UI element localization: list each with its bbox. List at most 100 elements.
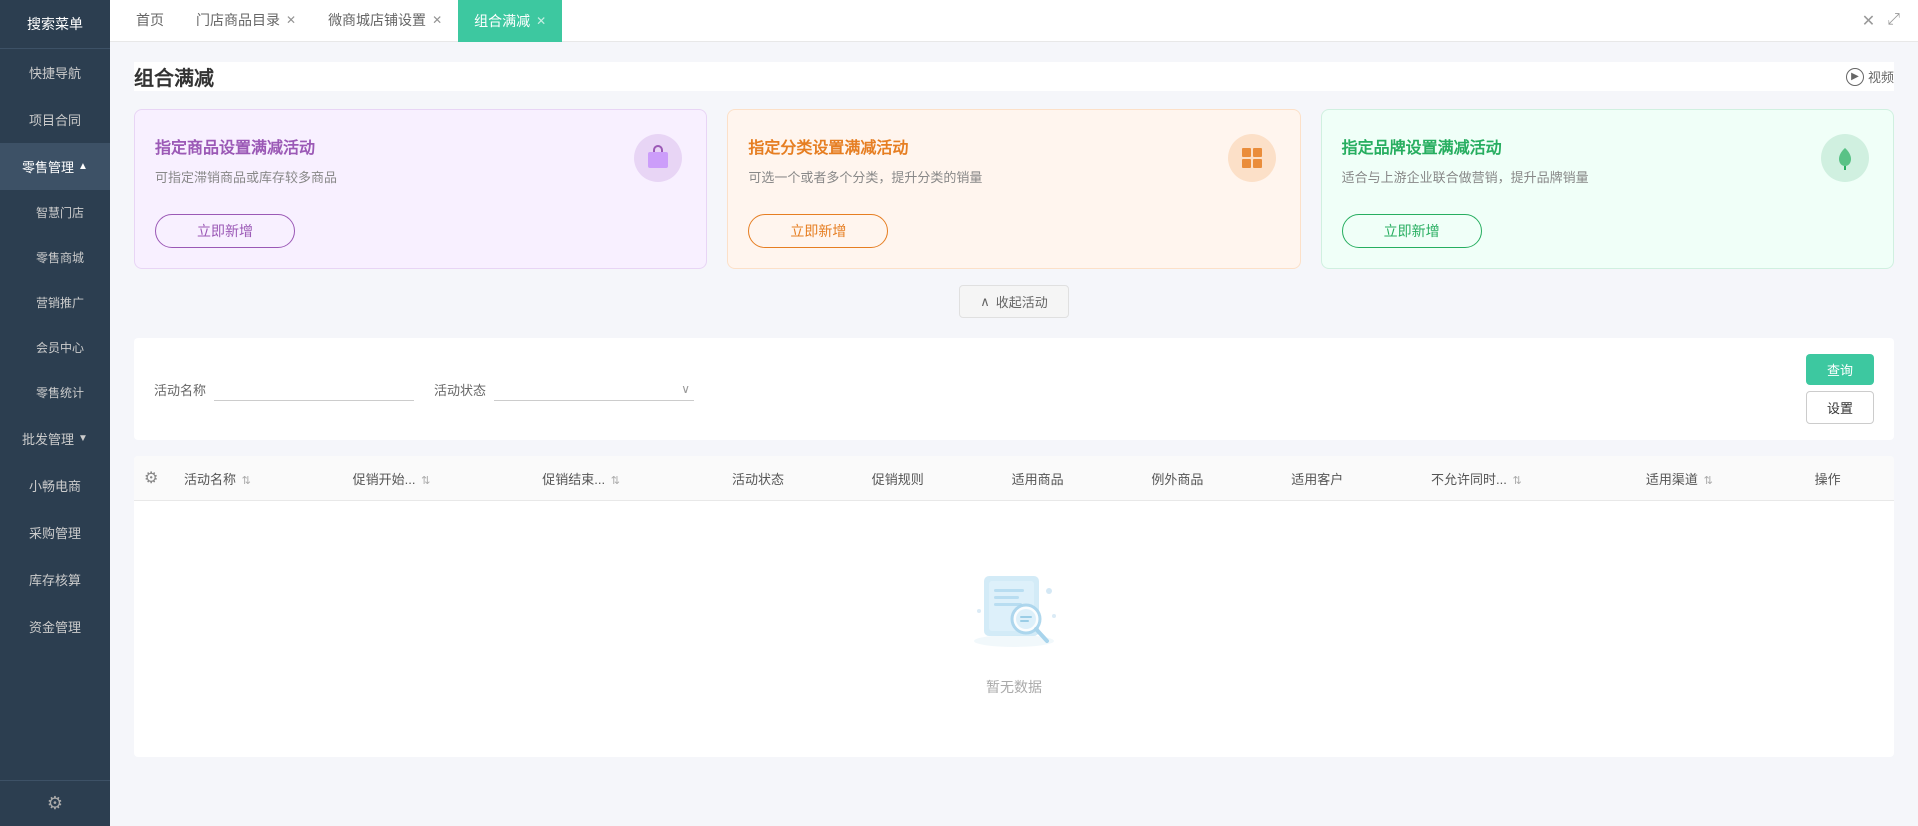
sidebar-item-quick-nav[interactable]: 快捷导航 [0, 49, 110, 96]
sidebar-item-retail-stats[interactable]: 零售统计 [0, 370, 110, 415]
sidebar-item-smart-store[interactable]: 智慧门店 [0, 190, 110, 235]
table-wrapper: ⚙ 活动名称 ⇅ 促销开始... ⇅ 促销结束... ⇅ [134, 456, 1894, 757]
set-button[interactable]: 设置 [1806, 391, 1874, 424]
sidebar-item-label: 资金管理 [29, 617, 81, 636]
data-table: ⚙ 活动名称 ⇅ 促销开始... ⇅ 促销结束... ⇅ [134, 456, 1894, 757]
card-title-brand: 指定品牌设置满减活动 [1342, 134, 1873, 158]
filter-status-select[interactable]: 进行中 已结束 未开始 [494, 377, 694, 401]
th-channel-label: 适用渠道 [1646, 472, 1698, 487]
card-btn-brand[interactable]: 立即新增 [1342, 214, 1482, 248]
filter-status-group: 活动状态 进行中 已结束 未开始 ∨ [434, 377, 694, 401]
chevron-up-icon: ▲ [78, 161, 88, 172]
th-exception: 例外商品 [1141, 456, 1281, 501]
window-controls: ✕ ⤢ [1854, 11, 1908, 31]
sidebar-item-label: 营销推广 [36, 294, 84, 311]
chevron-down-icon: ▼ [78, 433, 88, 444]
close-window-button[interactable]: ✕ [1862, 11, 1875, 31]
sort-icon-no-same-time[interactable]: ⇅ [1512, 475, 1521, 487]
settings-icon[interactable]: ⚙ [144, 470, 158, 487]
sidebar-item-label: 会员中心 [36, 339, 84, 356]
sidebar-item-label: 库存核算 [29, 570, 81, 589]
filter-status-label: 活动状态 [434, 380, 486, 399]
sidebar-item-label: 采购管理 [29, 523, 81, 542]
sidebar-item-project-contract[interactable]: 项目合同 [0, 96, 110, 143]
collapse-button[interactable]: ∧ 收起活动 [959, 285, 1069, 318]
sidebar-item-label: 零售统计 [36, 384, 84, 401]
card-btn-product[interactable]: 立即新增 [155, 214, 295, 248]
th-end-label: 促销结束... [542, 472, 605, 487]
card-desc-brand: 适合与上游企业联合做营销，提升品牌销量 [1342, 168, 1873, 194]
th-status: 活动状态 [722, 456, 862, 501]
sidebar-item-marketing[interactable]: 营销推广 [0, 280, 110, 325]
tab-bar: 首页 门店商品目录 ✕ 微商城店铺设置 ✕ 组合满减 ✕ ✕ ⤢ [110, 0, 1918, 42]
sidebar-item-label: 快捷导航 [29, 63, 81, 82]
page-title: 组合满减 [134, 62, 214, 91]
card-title-category: 指定分类设置满减活动 [748, 134, 1279, 158]
sidebar-item-purchase-mgmt[interactable]: 采购管理 [0, 509, 110, 556]
th-start: 促销开始... ⇅ [343, 456, 533, 501]
video-link[interactable]: ▶ 视频 [1846, 67, 1894, 86]
th-goods: 适用商品 [1002, 456, 1142, 501]
sidebar-item-retail-mgmt[interactable]: 零售管理 ▲ [0, 143, 110, 190]
sort-icon-name[interactable]: ⇅ [242, 475, 251, 487]
activity-card-brand: 指定品牌设置满减活动 适合与上游企业联合做营销，提升品牌销量 立即新增 [1321, 109, 1894, 269]
sidebar-item-xiaochang[interactable]: 小畅电商 [0, 462, 110, 509]
sidebar-item-label: 小畅电商 [29, 476, 81, 495]
sidebar-item-capital-mgmt[interactable]: 资金管理 [0, 603, 110, 650]
th-no-same-time-label: 不允许同时... [1431, 472, 1507, 487]
main-area: 首页 门店商品目录 ✕ 微商城店铺设置 ✕ 组合满减 ✕ ✕ ⤢ 组合满减 ▶ … [110, 0, 1918, 826]
activity-card-category: 指定分类设置满减活动 可选一个或者多个分类，提升分类的销量 立即新增 [727, 109, 1300, 269]
filter-name-group: 活动名称 [154, 377, 414, 401]
tab-close-combo-discount[interactable]: ✕ [536, 14, 546, 28]
activity-cards: 指定商品设置满减活动 可指定滞销商品或库存较多商品 立即新增 指定分类设置满减活… [134, 109, 1894, 269]
th-channel: 适用渠道 ⇅ [1636, 456, 1805, 501]
play-icon: ▶ [1846, 68, 1864, 86]
th-start-label: 促销开始... [353, 472, 416, 487]
sidebar-item-label: 零售管理 [22, 157, 74, 176]
empty-illustration [954, 561, 1074, 661]
card-btn-category[interactable]: 立即新增 [748, 214, 888, 248]
card-icon-category [1228, 134, 1276, 182]
th-settings: ⚙ [134, 456, 174, 501]
sidebar-item-label: 零售商城 [36, 249, 84, 266]
sidebar-item-label: 项目合同 [29, 110, 81, 129]
sort-icon-start[interactable]: ⇅ [421, 475, 430, 487]
query-button[interactable]: 查询 [1806, 354, 1874, 385]
maximize-window-button[interactable]: ⤢ [1887, 11, 1900, 31]
filter-status-select-wrapper: 进行中 已结束 未开始 ∨ [494, 377, 694, 401]
filter-buttons: 查询 设置 [1806, 354, 1874, 424]
tab-close-wechat-store[interactable]: ✕ [432, 13, 442, 27]
th-customer: 适用客户 [1281, 456, 1421, 501]
sidebar-item-label: 智慧门店 [36, 204, 84, 221]
tab-close-store-catalog[interactable]: ✕ [286, 13, 296, 27]
tab-wechat-store[interactable]: 微商城店铺设置 ✕ [312, 0, 458, 42]
th-end: 促销结束... ⇅ [532, 456, 722, 501]
sidebar-item-inventory[interactable]: 库存核算 [0, 556, 110, 603]
sidebar: 搜索菜单 快捷导航 项目合同 零售管理 ▲ 智慧门店 零售商城 营销推广 会员中… [0, 0, 110, 826]
gear-icon[interactable]: ⚙ [47, 793, 63, 814]
sidebar-item-label: 批发管理 [22, 429, 74, 448]
tab-combo-discount[interactable]: 组合满减 ✕ [458, 0, 562, 42]
sidebar-item-retail-mall[interactable]: 零售商城 [0, 235, 110, 280]
card-desc-category: 可选一个或者多个分类，提升分类的销量 [748, 168, 1279, 194]
tab-store-catalog[interactable]: 门店商品目录 ✕ [180, 0, 312, 42]
sort-icon-end[interactable]: ⇅ [611, 475, 620, 487]
th-name: 活动名称 ⇅ [174, 456, 343, 501]
chevron-up-icon: ∧ [980, 294, 990, 310]
collapse-bar: ∧ 收起活动 [134, 285, 1894, 318]
page-content: 组合满减 ▶ 视频 指定商品设置满减活动 可指定滞销商品或库存较多商品 立即新增 [110, 42, 1918, 826]
filter-name-label: 活动名称 [154, 380, 206, 399]
sidebar-item-wholesale-mgmt[interactable]: 批发管理 ▼ [0, 415, 110, 462]
card-desc-product: 可指定滞销商品或库存较多商品 [155, 168, 686, 194]
tab-home[interactable]: 首页 [120, 0, 180, 42]
sort-icon-channel[interactable]: ⇅ [1704, 475, 1713, 487]
th-rule: 促销规则 [862, 456, 1002, 501]
activity-card-product: 指定商品设置满减活动 可指定滞销商品或库存较多商品 立即新增 [134, 109, 707, 269]
card-icon-brand [1821, 134, 1869, 182]
empty-text: 暂无数据 [154, 677, 1874, 697]
filter-name-input[interactable] [214, 377, 414, 401]
th-operation: 操作 [1805, 456, 1894, 501]
sidebar-search[interactable]: 搜索菜单 [0, 0, 110, 49]
sidebar-item-member-center[interactable]: 会员中心 [0, 325, 110, 370]
card-title-product: 指定商品设置满减活动 [155, 134, 686, 158]
